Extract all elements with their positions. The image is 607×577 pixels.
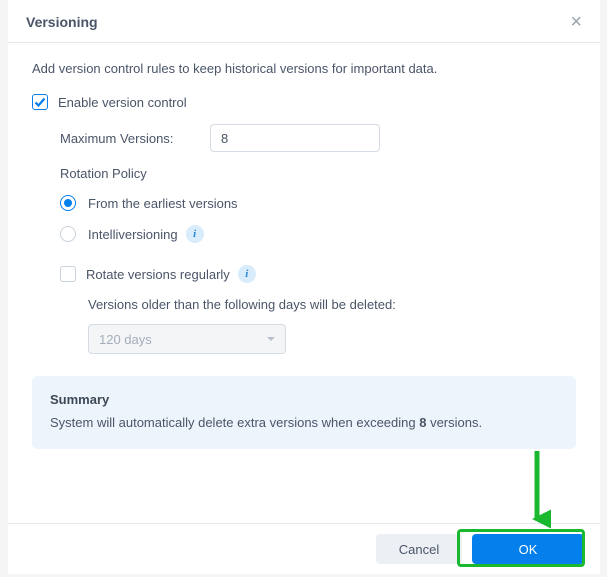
rotate-regularly-checkbox[interactable] (60, 266, 76, 282)
rotation-label-earliest: From the earliest versions (88, 196, 238, 211)
summary-panel: Summary System will automatically delete… (32, 376, 576, 449)
info-icon[interactable]: i (238, 265, 256, 283)
close-icon[interactable]: × (570, 12, 582, 32)
rotation-option-intelliversioning: Intelliversioning i (32, 225, 576, 243)
enable-version-control-row: Enable version control (32, 94, 576, 110)
rotate-regularly-label: Rotate versions regularly (86, 267, 230, 282)
summary-prefix: System will automatically delete extra v… (50, 415, 419, 430)
dialog-title: Versioning (26, 14, 98, 30)
days-select-value: 120 days (99, 332, 152, 347)
rotation-policy-title: Rotation Policy (32, 166, 576, 181)
rotate-regularly-row: Rotate versions regularly i (32, 265, 576, 283)
enable-version-control-label: Enable version control (58, 95, 187, 110)
rotation-radio-intelliversioning[interactable] (60, 226, 76, 242)
rotate-regularly-hint: Versions older than the following days w… (32, 297, 576, 312)
dialog-description: Add version control rules to keep histor… (32, 61, 576, 76)
checkmark-icon (34, 96, 46, 108)
info-icon[interactable]: i (186, 225, 204, 243)
cancel-button[interactable]: Cancel (376, 534, 462, 564)
rotation-option-earliest: From the earliest versions (32, 195, 576, 211)
enable-version-control-checkbox[interactable] (32, 94, 48, 110)
max-versions-label: Maximum Versions: (60, 131, 210, 146)
chevron-down-icon (267, 337, 275, 341)
max-versions-row: Maximum Versions: (32, 124, 576, 152)
dialog-titlebar: Versioning × (8, 0, 600, 43)
rotation-radio-earliest[interactable] (60, 195, 76, 211)
rotation-label-intelliversioning: Intelliversioning (88, 227, 178, 242)
dialog-footer: Cancel OK (8, 523, 600, 574)
rotate-regularly-select-wrap: 120 days (32, 324, 576, 354)
max-versions-input[interactable] (210, 124, 380, 152)
summary-body: System will automatically delete extra v… (50, 413, 558, 433)
versioning-dialog: Versioning × Add version control rules t… (8, 0, 600, 574)
days-select: 120 days (88, 324, 286, 354)
summary-suffix: versions. (426, 415, 482, 430)
dialog-content: Add version control rules to keep histor… (8, 43, 600, 523)
summary-title: Summary (50, 392, 558, 407)
ok-button[interactable]: OK (472, 534, 584, 564)
